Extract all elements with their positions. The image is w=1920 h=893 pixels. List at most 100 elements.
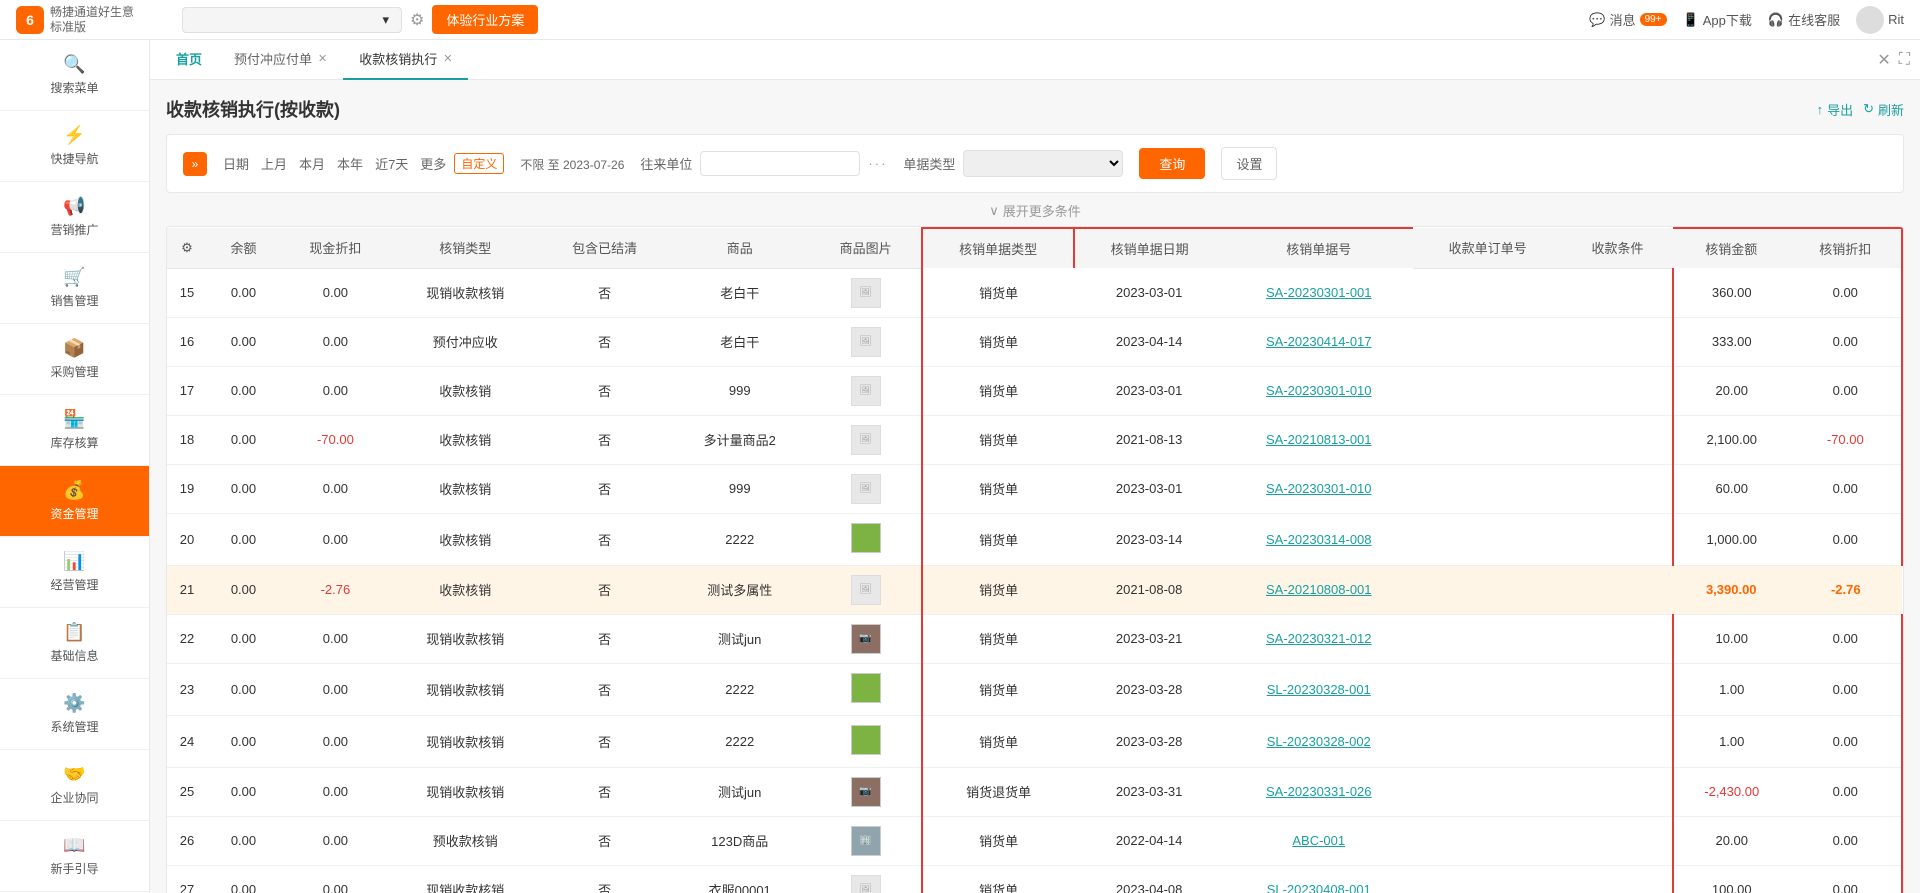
table-row: 27 0.00 0.00 现销收款核销 否 衣服00001 🖼 销货单 2023… — [167, 865, 1902, 893]
row-balance: 0.00 — [207, 663, 280, 715]
sidebar-item-enterprise[interactable]: 🤝 企业协同 — [0, 750, 149, 821]
gear-icon[interactable]: ⚙ — [410, 10, 424, 30]
product-image: 📷 — [851, 777, 881, 807]
col-settings[interactable]: ⚙ — [167, 228, 207, 268]
counterparty-input[interactable] — [700, 151, 860, 176]
expand-more-bar[interactable]: ∨ 展开更多条件 — [166, 201, 1904, 220]
setting-button[interactable]: 设置 — [1221, 147, 1277, 180]
money-icon: 💰 — [63, 480, 85, 501]
search-box[interactable]: ▾ — [182, 7, 402, 33]
search-button[interactable]: 查询 — [1139, 148, 1205, 179]
refresh-button[interactable]: ↻ 刷新 — [1863, 100, 1904, 119]
row-balance: 0.00 — [207, 715, 280, 767]
sidebar-item-finance[interactable]: 💰 资金管理 — [0, 466, 149, 537]
sidebar-item-guide[interactable]: 📖 新手引导 — [0, 821, 149, 892]
bill-no-link[interactable]: SL-20230408-001 — [1267, 882, 1371, 893]
message-btn[interactable]: 💬 消息 99+ — [1589, 10, 1666, 29]
tab-collection[interactable]: 收款核销执行 ✕ — [343, 40, 468, 80]
row-bill-type: 销货单 — [922, 268, 1074, 317]
row-type: 现销收款核销 — [391, 715, 540, 767]
app-download-btn[interactable]: 📱 App下载 — [1683, 10, 1752, 29]
industry-solution-button[interactable]: 体验行业方案 — [432, 5, 538, 34]
clipboard-icon: 📋 — [63, 622, 85, 643]
sidebar-item-base-info[interactable]: 📋 基础信息 — [0, 608, 149, 679]
sidebar-item-label: 搜索菜单 — [50, 79, 98, 96]
table-row: 17 0.00 0.00 收款核销 否 999 🖼 销货单 2023-03-01… — [167, 366, 1902, 415]
row-bill-type: 销货单 — [922, 865, 1074, 893]
date-this-month[interactable]: 本月 — [295, 152, 329, 175]
row-receipt-no — [1413, 415, 1562, 464]
col-included: 包含已结清 — [540, 228, 670, 268]
sidebar-item-inventory[interactable]: 🏪 库存核算 — [0, 395, 149, 466]
row-cash-discount: -2.76 — [280, 565, 391, 614]
more-dots: ··· — [868, 156, 887, 171]
bill-no-link[interactable]: SA-20230331-026 — [1266, 784, 1372, 799]
bill-no-link[interactable]: SA-20230301-001 — [1266, 285, 1372, 300]
tab-home[interactable]: 首页 — [160, 40, 218, 80]
message-icon: 💬 — [1589, 12, 1605, 28]
headset-icon: 🎧 — [1768, 12, 1784, 28]
export-button[interactable]: ↑ 导出 — [1817, 100, 1854, 119]
date-options: 上月 本月 本年 近7天 更多 自定义 — [257, 152, 504, 175]
sidebar-item-label: 库存核算 — [50, 434, 98, 451]
filter-expand-button[interactable]: » — [183, 152, 207, 176]
row-product-img — [810, 715, 922, 767]
row-receipt-no — [1413, 268, 1562, 317]
bill-type-select[interactable] — [963, 150, 1123, 177]
date-prev-month[interactable]: 上月 — [257, 152, 291, 175]
tab-prepay[interactable]: 预付冲应付单 ✕ — [218, 40, 343, 80]
tab-prepay-close[interactable]: ✕ — [318, 52, 327, 65]
sidebar-item-purchase[interactable]: 📦 采购管理 — [0, 324, 149, 395]
row-type: 预收款核销 — [391, 816, 540, 865]
sidebar-item-shortcut[interactable]: ⚡ 快捷导航 — [0, 111, 149, 182]
bill-no-link[interactable]: SA-20230414-017 — [1266, 334, 1372, 349]
product-image — [851, 673, 881, 703]
bill-no-link[interactable]: SL-20230328-001 — [1267, 682, 1371, 697]
row-included: 否 — [540, 663, 670, 715]
tab-collection-close[interactable]: ✕ — [443, 52, 452, 65]
row-receipt-no — [1413, 767, 1562, 816]
col-product: 商品 — [670, 228, 810, 268]
bill-no-link[interactable]: SA-20230301-010 — [1266, 481, 1372, 496]
tab-bar: 首页 预付冲应付单 ✕ 收款核销执行 ✕ ✕ ⛶ — [150, 40, 1920, 80]
date-more[interactable]: 更多 — [416, 152, 450, 175]
sidebar-item-operations[interactable]: 📊 经营管理 — [0, 537, 149, 608]
date-7days[interactable]: 近7天 — [371, 152, 412, 175]
close-tab-icon[interactable]: ✕ — [1877, 50, 1890, 70]
bill-no-link[interactable]: SA-20210813-001 — [1266, 432, 1372, 447]
topbar-search: ▾ ⚙ 体验行业方案 — [182, 5, 1573, 34]
bill-no-link[interactable]: SL-20230328-002 — [1267, 734, 1371, 749]
sidebar-item-label: 企业协同 — [50, 789, 98, 806]
row-bill-no: SA-20210808-001 — [1224, 565, 1413, 614]
row-product-img: 🖼 — [810, 415, 922, 464]
tab-prepay-label: 预付冲应付单 — [234, 49, 312, 68]
maximize-icon[interactable]: ⛶ — [1899, 51, 1910, 69]
bill-no-link[interactable]: ABC-001 — [1292, 833, 1345, 848]
user-menu[interactable]: Rit — [1856, 6, 1904, 34]
bill-no-link[interactable]: SA-20230301-010 — [1266, 383, 1372, 398]
bill-type-label: 单据类型 — [903, 154, 955, 173]
sidebar-item-marketing[interactable]: 📢 营销推广 — [0, 182, 149, 253]
row-receipt-no — [1413, 865, 1562, 893]
sidebar-item-search[interactable]: 🔍 搜索菜单 — [0, 40, 149, 111]
row-discount: 0.00 — [1790, 816, 1902, 865]
row-condition — [1562, 366, 1673, 415]
row-id: 25 — [167, 767, 207, 816]
bill-no-link[interactable]: SA-20230321-012 — [1266, 631, 1372, 646]
row-bill-no: SA-20230321-012 — [1224, 614, 1413, 663]
row-bill-date: 2023-03-14 — [1074, 513, 1224, 565]
sidebar-item-label: 资金管理 — [50, 505, 98, 522]
row-discount: -70.00 — [1790, 415, 1902, 464]
row-discount: 0.00 — [1790, 715, 1902, 767]
row-id: 18 — [167, 415, 207, 464]
date-custom-btn[interactable]: 自定义 — [454, 153, 504, 174]
bill-no-link[interactable]: SA-20230314-008 — [1266, 532, 1372, 547]
sidebar-item-system[interactable]: ⚙️ 系统管理 — [0, 679, 149, 750]
row-balance: 0.00 — [207, 865, 280, 893]
online-service-btn[interactable]: 🎧 在线客服 — [1768, 10, 1840, 29]
sidebar-item-sales[interactable]: 🛒 销售管理 — [0, 253, 149, 324]
date-this-year[interactable]: 本年 — [333, 152, 367, 175]
logo: 6 畅捷通道好生意 标准版 — [16, 5, 166, 34]
row-id: 27 — [167, 865, 207, 893]
bill-no-link[interactable]: SA-20210808-001 — [1266, 582, 1372, 597]
